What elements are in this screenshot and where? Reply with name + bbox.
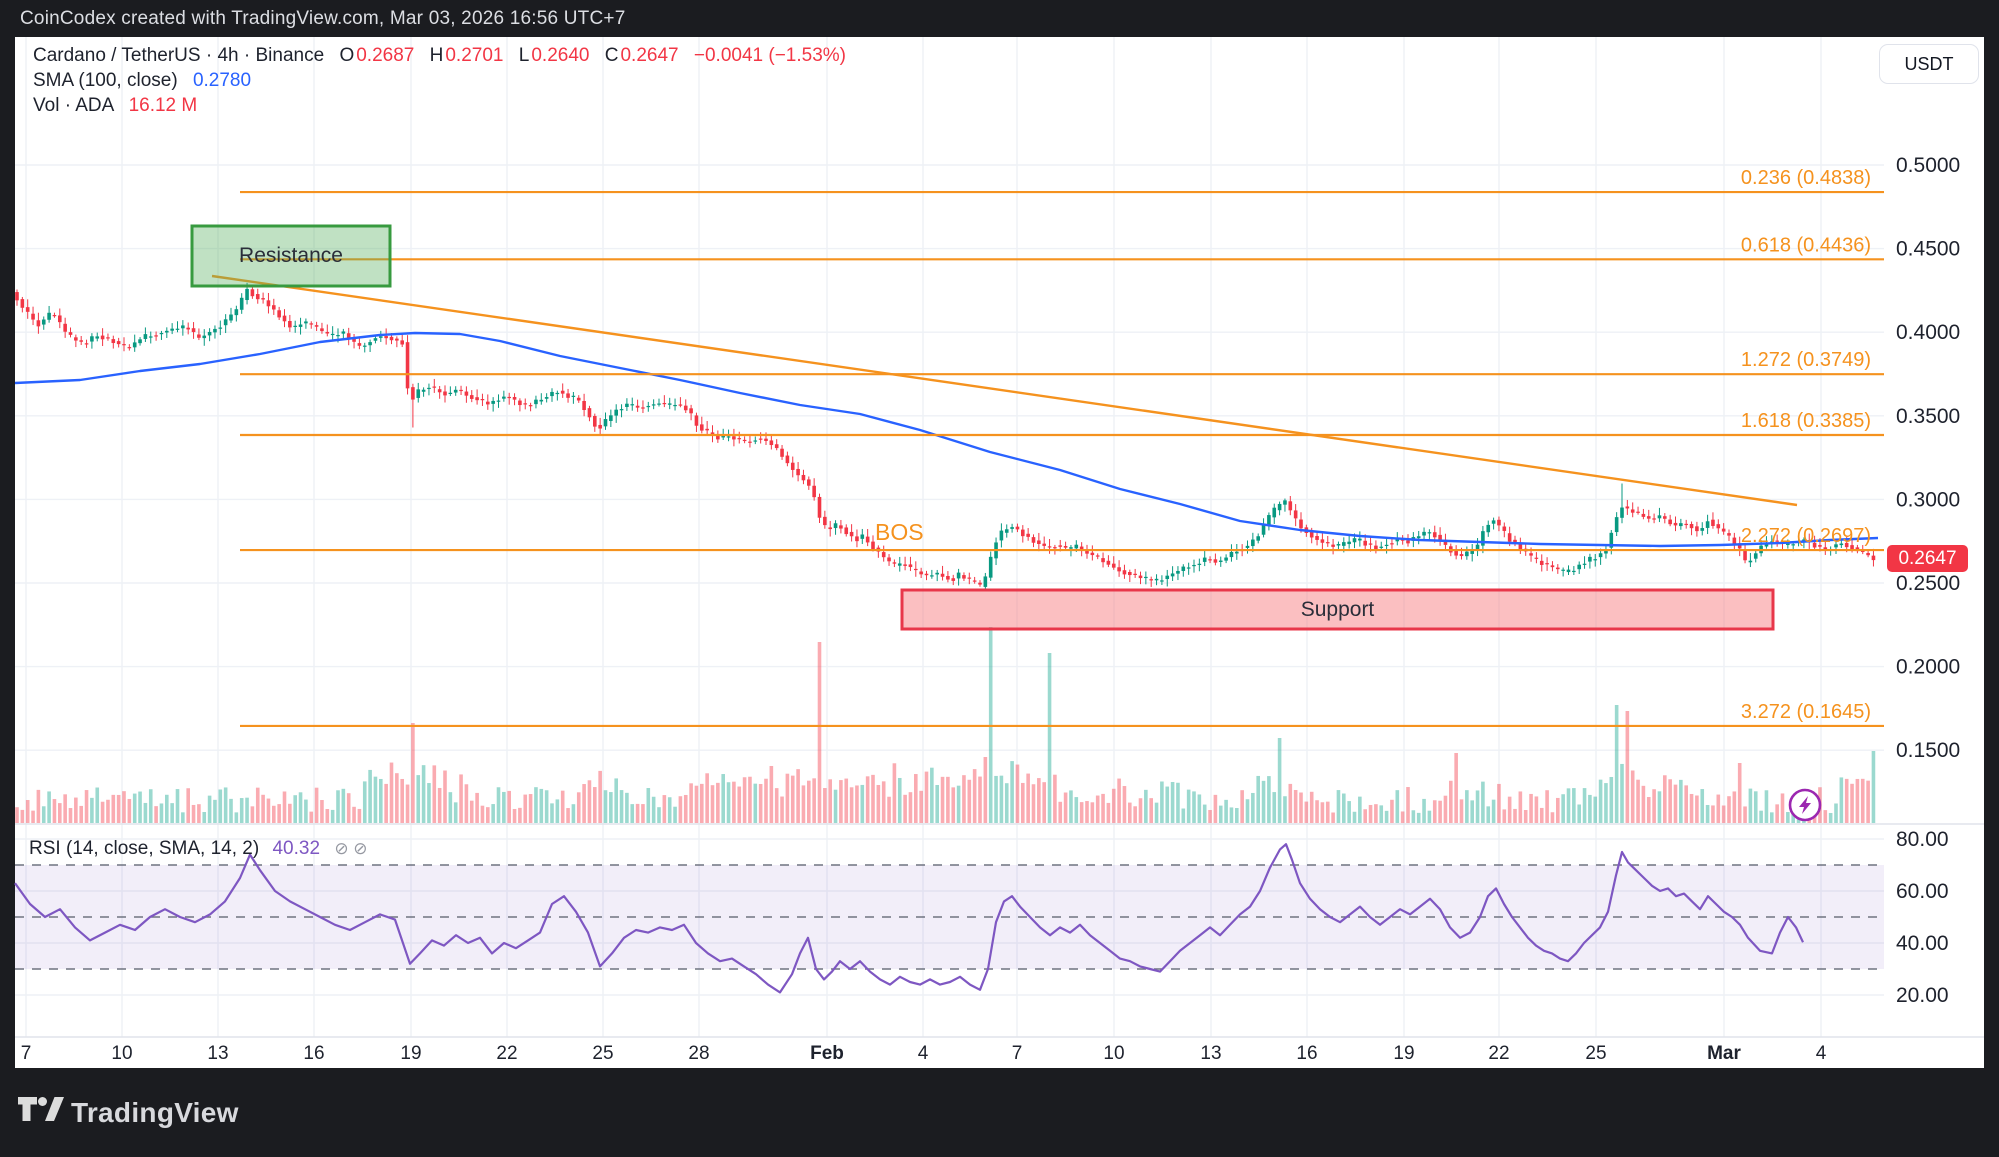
svg-text:19: 19 <box>400 1043 421 1064</box>
volume-label: Vol · ADA <box>33 95 113 116</box>
resistance-zone-label: Resistance <box>192 226 390 286</box>
rsi-label: RSI (14, close, SMA, 14, 2) <box>29 838 259 859</box>
legend-sma-row: SMA (100, close) 0.2780 <box>33 68 846 93</box>
change-value: −0.0041 (−1.53%) <box>694 45 846 66</box>
rsi-hidden-series-icons[interactable]: ⊘ ⊘ <box>334 839 367 858</box>
volume-value: 16.12 M <box>129 95 198 116</box>
svg-text:0.2500: 0.2500 <box>1896 572 1960 595</box>
legend-volume-row: Vol · ADA 16.12 M <box>33 93 846 118</box>
svg-text:10: 10 <box>111 1043 132 1064</box>
legend-ohlc-row: Cardano / TetherUS · 4h · Binance O0.268… <box>33 43 846 68</box>
svg-text:1.618 (0.3385): 1.618 (0.3385) <box>1741 410 1871 432</box>
svg-text:1.272 (0.3749): 1.272 (0.3749) <box>1741 349 1871 371</box>
svg-text:4: 4 <box>918 1043 929 1064</box>
rsi-value: 40.32 <box>272 838 320 859</box>
svg-text:0.3000: 0.3000 <box>1896 488 1960 511</box>
svg-text:7: 7 <box>1012 1043 1023 1064</box>
symbol-legend: Cardano / TetherUS · 4h · Binance O0.268… <box>33 43 846 118</box>
svg-text:7: 7 <box>21 1043 32 1064</box>
svg-text:28: 28 <box>688 1043 709 1064</box>
svg-text:10: 10 <box>1103 1043 1124 1064</box>
svg-text:0.4500: 0.4500 <box>1896 238 1960 261</box>
svg-text:3.272 (0.1645): 3.272 (0.1645) <box>1741 701 1871 723</box>
footer-bar: TradingView <box>0 1068 1999 1157</box>
svg-text:4: 4 <box>1816 1043 1827 1064</box>
svg-text:2.272 (0.2697): 2.272 (0.2697) <box>1741 525 1871 547</box>
tradingview-chart-window: CoinCodex created with TradingView.com, … <box>0 0 1999 1157</box>
svg-text:0.3500: 0.3500 <box>1896 405 1960 428</box>
sma-label: SMA (100, close) <box>33 70 178 91</box>
svg-text:22: 22 <box>496 1043 517 1064</box>
symbol-title: Cardano / TetherUS · 4h · Binance <box>33 45 324 66</box>
high-label: H <box>430 45 444 66</box>
open-label: O <box>339 45 354 66</box>
low-label: L <box>519 45 530 66</box>
svg-text:80.00: 80.00 <box>1896 828 1949 851</box>
svg-text:13: 13 <box>1200 1043 1221 1064</box>
svg-text:Mar: Mar <box>1707 1043 1741 1064</box>
svg-text:13: 13 <box>207 1043 228 1064</box>
low-value: 0.2640 <box>531 45 589 66</box>
tradingview-logo-icon <box>18 1097 64 1127</box>
svg-text:16: 16 <box>1296 1043 1317 1064</box>
lightning-boost-icon[interactable] <box>1790 790 1820 820</box>
close-value: 0.2647 <box>620 45 678 66</box>
svg-text:Feb: Feb <box>810 1043 844 1064</box>
support-zone-label: Support <box>902 590 1773 629</box>
last-price-tag: 0.2647 <box>1887 545 1968 572</box>
svg-text:0.618 (0.4436): 0.618 (0.4436) <box>1741 234 1871 256</box>
close-label: C <box>605 45 619 66</box>
tradingview-wordmark: TradingView <box>71 1097 239 1129</box>
svg-text:40.00: 40.00 <box>1896 932 1949 955</box>
svg-text:25: 25 <box>1585 1043 1606 1064</box>
svg-text:0.2000: 0.2000 <box>1896 656 1960 679</box>
svg-text:0.236 (0.4838): 0.236 (0.4838) <box>1741 167 1871 189</box>
svg-text:16: 16 <box>303 1043 324 1064</box>
high-value: 0.2701 <box>445 45 503 66</box>
svg-text:0.5000: 0.5000 <box>1896 154 1960 177</box>
chart-canvas[interactable]: 0.236 (0.4838) 0.618 (0.4436) 1.272 (0.374… <box>0 0 1999 1157</box>
svg-text:60.00: 60.00 <box>1896 880 1949 903</box>
sma-value: 0.2780 <box>193 70 251 91</box>
svg-text:0.4000: 0.4000 <box>1896 321 1960 344</box>
svg-text:19: 19 <box>1393 1043 1414 1064</box>
open-value: 0.2687 <box>356 45 414 66</box>
svg-text:0.1500: 0.1500 <box>1896 739 1960 762</box>
rsi-legend: RSI (14, close, SMA, 14, 2) 40.32 ⊘ ⊘ <box>29 838 368 860</box>
svg-text:22: 22 <box>1488 1043 1509 1064</box>
bos-annotation: BOS <box>875 519 924 546</box>
svg-text:20.00: 20.00 <box>1896 984 1949 1007</box>
currency-toggle-button[interactable]: USDT <box>1879 44 1979 84</box>
svg-text:25: 25 <box>592 1043 613 1064</box>
